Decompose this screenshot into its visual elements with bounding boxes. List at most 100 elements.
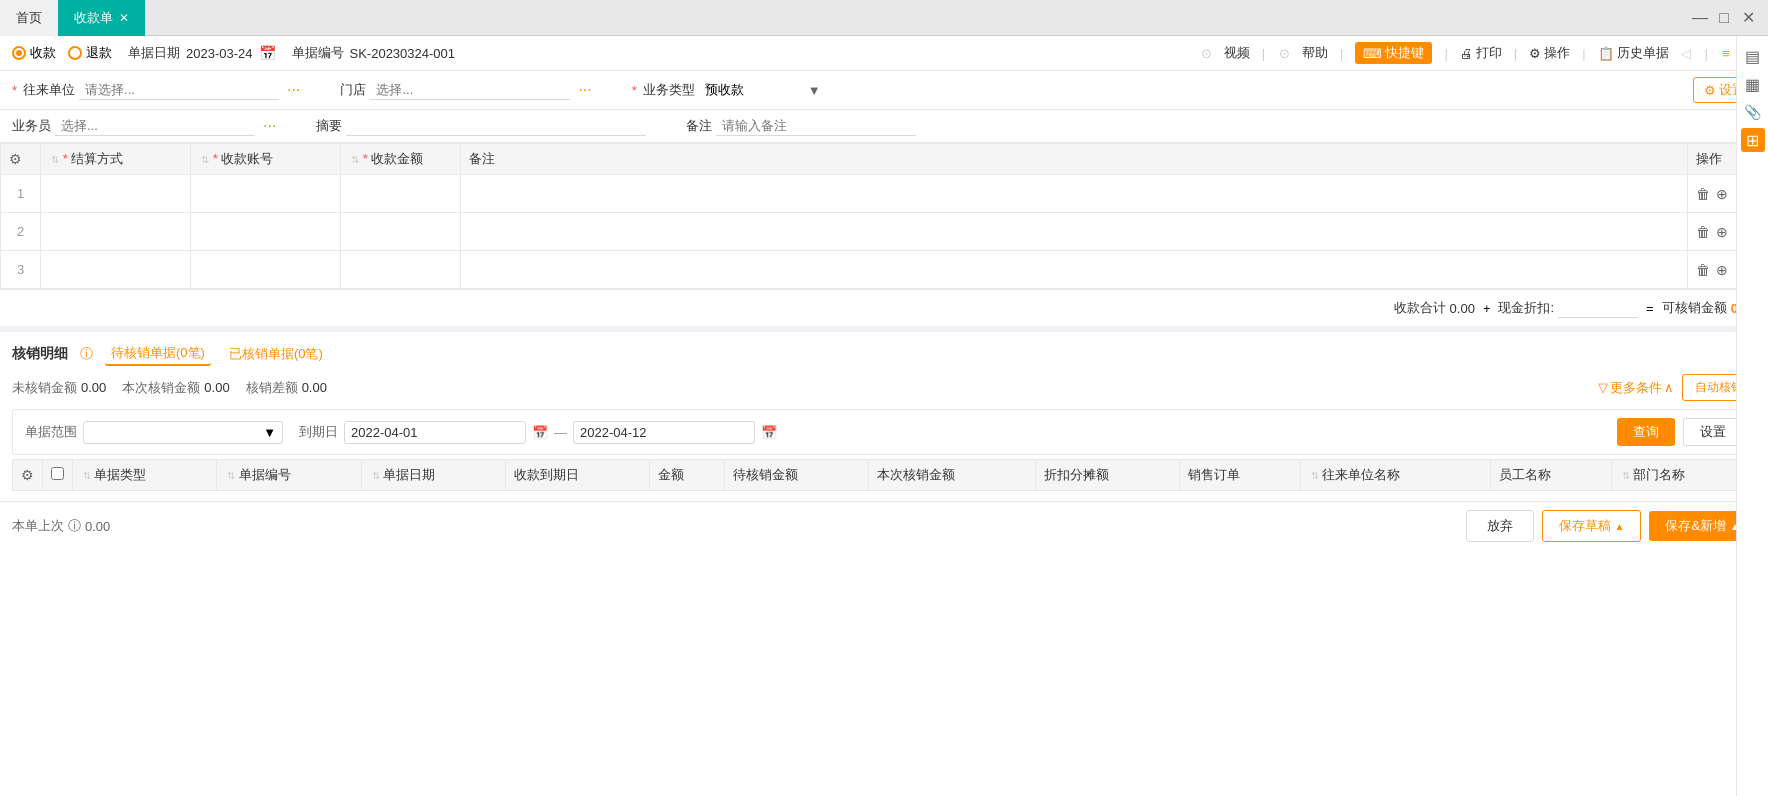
query-button[interactable]: 查询 (1617, 418, 1675, 446)
total-label: 收款合计 (1394, 299, 1446, 317)
calendar-icon[interactable]: 📅 (259, 45, 276, 61)
table-row: 1 🗑 ⊕ (1, 175, 1768, 213)
done-tab[interactable]: 已核销单据(0笔) (223, 343, 329, 365)
recon-info-icon[interactable]: ⓘ (80, 345, 93, 363)
row-3-account[interactable] (191, 251, 341, 289)
row-3-remarks[interactable] (461, 251, 1688, 289)
salesman-more-btn[interactable]: ··· (263, 117, 276, 135)
setup-icon: ⚙ (1704, 83, 1716, 98)
tab-home[interactable]: 首页 (0, 0, 58, 36)
refund-radio-label: 退款 (86, 44, 112, 62)
row-3-amount[interactable] (341, 251, 461, 289)
receipt-radio[interactable]: 收款 (12, 44, 56, 62)
table-settings-icon[interactable]: ⚙ (9, 151, 22, 167)
bottom-table-wrapper: ⚙ ⇅ 单据类型 ⇅ 单据编号 (12, 459, 1756, 491)
video-btn[interactable]: 视频 (1224, 44, 1250, 62)
business-type-field: * 业务类型 预收款 ▼ (632, 81, 821, 99)
number-label: 单据编号 (292, 44, 344, 62)
remarks-input[interactable] (716, 116, 916, 136)
diff-stat: 核销差额 0.00 (246, 379, 327, 397)
table-row: 2 🗑 ⊕ (1, 213, 1768, 251)
filter-settings-button[interactable]: 设置 (1683, 418, 1743, 446)
tab-receipt-close[interactable]: ✕ (119, 11, 129, 25)
equals-sign: = (1646, 301, 1654, 316)
row-3-copy-icon[interactable]: ⊕ (1716, 262, 1728, 278)
recon-title: 核销明细 (12, 345, 68, 363)
counterpart-input[interactable] (79, 80, 279, 100)
help-btn[interactable]: 帮助 (1302, 44, 1328, 62)
abandon-button[interactable]: 放弃 (1466, 510, 1534, 542)
table-settings-2-icon[interactable]: ⚙ (21, 467, 34, 483)
pending-tab[interactable]: 待核销单据(0笔) (105, 342, 211, 366)
summary-input[interactable] (346, 116, 646, 136)
row-1-account[interactable] (191, 175, 341, 213)
operation-btn[interactable]: ⚙ 操作 (1529, 44, 1570, 62)
tab-receipt[interactable]: 收款单 ✕ (58, 0, 145, 36)
available-label: 可核销金额 (1662, 299, 1727, 317)
diff-label: 核销差额 (246, 379, 298, 397)
right-panel-attach-icon[interactable]: 📎 (1741, 100, 1765, 124)
footer: 本单上次 ⓘ 0.00 放弃 保存草稿 ▲ 保存&新增 ▲ (0, 501, 1768, 550)
more-conditions-label: 更多条件 (1610, 379, 1662, 397)
current-value: 0.00 (85, 519, 110, 534)
store-field: 门店 ··· (340, 80, 591, 100)
right-panel-table-icon[interactable]: ▤ (1741, 44, 1765, 68)
th-payment-method: ⇅ * 结算方式 (41, 144, 191, 175)
row-2-copy-icon[interactable]: ⊕ (1716, 224, 1728, 240)
data-table-wrapper: ⚙ ⇅ * 结算方式 ⇅ * 收款账号 ⇅ * 收款 (0, 143, 1768, 289)
row-1-remarks[interactable] (461, 175, 1688, 213)
operation-label: 操作 (1544, 44, 1570, 62)
window-minimize[interactable]: — (1692, 10, 1708, 26)
discount-item: 现金折扣: (1498, 298, 1638, 318)
store-input[interactable] (370, 80, 570, 100)
salesman-input[interactable] (55, 116, 255, 136)
window-maximize[interactable]: □ (1716, 10, 1732, 26)
tab-home-label: 首页 (16, 9, 42, 27)
row-2-amount[interactable] (341, 213, 461, 251)
due-date-label: 到期日 (299, 423, 338, 441)
row-2-account[interactable] (191, 213, 341, 251)
save-draft-button[interactable]: 保存草稿 ▲ (1542, 510, 1642, 542)
row-2-payment[interactable] (41, 213, 191, 251)
row-3-delete-icon[interactable]: 🗑 (1696, 262, 1710, 278)
right-panel-grid-icon[interactable]: ▦ (1741, 72, 1765, 96)
range-field: 单据范围 ▼ (25, 421, 283, 444)
shortcut-label: 快捷键 (1385, 44, 1424, 62)
print-btn[interactable]: 🖨 打印 (1460, 44, 1502, 62)
business-type-arrow[interactable]: ▼ (808, 83, 821, 98)
th-employee-name: 员工名称 (1490, 460, 1611, 491)
table-row: 3 🗑 ⊕ (1, 251, 1768, 289)
row-2-delete-icon[interactable]: 🗑 (1696, 224, 1710, 240)
row-1-amount[interactable] (341, 175, 461, 213)
row-1-payment[interactable] (41, 175, 191, 213)
right-panel-expand-icon[interactable]: ⊞ (1741, 128, 1765, 152)
save-new-label: 保存&新增 (1665, 517, 1726, 535)
date-start-icon[interactable]: 📅 (532, 425, 548, 440)
date-end-icon[interactable]: 📅 (761, 425, 777, 440)
date-end-input[interactable] (573, 421, 755, 444)
select-all-checkbox[interactable] (51, 467, 64, 480)
date-start-input[interactable] (344, 421, 526, 444)
more-conditions-btn[interactable]: ▽ 更多条件 ∧ (1598, 379, 1674, 397)
th-receipt-due: 收款到期日 (506, 460, 650, 491)
store-more-btn[interactable]: ··· (578, 81, 591, 99)
window-close[interactable]: ✕ (1740, 10, 1756, 26)
date-label: 单据日期 (128, 44, 180, 62)
business-type-value: 预收款 (705, 81, 744, 99)
refund-radio[interactable]: 退款 (68, 44, 112, 62)
row-1-delete-icon[interactable]: 🗑 (1696, 186, 1710, 202)
row-2-remarks[interactable] (461, 213, 1688, 251)
counterpart-more-btn[interactable]: ··· (287, 81, 300, 99)
save-draft-label: 保存草稿 (1559, 517, 1611, 535)
history-btn[interactable]: 📋 历史单据 (1598, 44, 1669, 62)
row-3-payment[interactable] (41, 251, 191, 289)
bottom-table: ⚙ ⇅ 单据类型 ⇅ 单据编号 (12, 459, 1756, 491)
shortcut-btn[interactable]: ⌨ 快捷键 (1355, 42, 1432, 64)
row-1-copy-icon[interactable]: ⊕ (1716, 186, 1728, 202)
discount-input[interactable] (1558, 298, 1638, 318)
filter-right: 查询 设置 (1617, 418, 1743, 446)
salesman-field: 业务员 ··· (12, 116, 276, 136)
row-num-1: 1 (1, 175, 41, 213)
toolbar-right: ⊙ 视频 | ⊙ 帮助 | ⌨ 快捷键 | 🖨 打印 | ⚙ 操作 (1199, 42, 1756, 64)
range-select[interactable]: ▼ (83, 421, 283, 444)
